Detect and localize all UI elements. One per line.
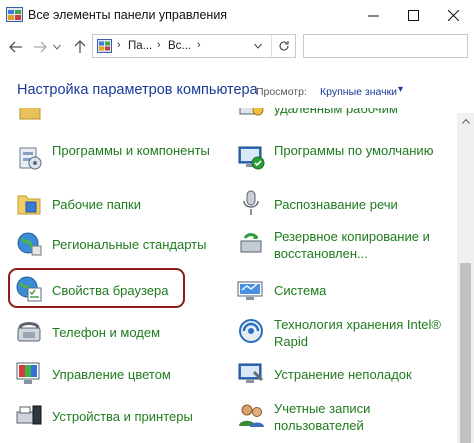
folder-icon [19, 108, 41, 120]
chevron-up-icon [461, 119, 470, 124]
troubleshooting-icon [238, 363, 264, 383]
control-panel-item-backup-restore[interactable]: Резервное копирование и восстановлен... [236, 224, 456, 264]
control-panel-item-devices-printers[interactable]: Устройства и принтеры [14, 396, 234, 436]
arrow-left-icon [9, 41, 22, 53]
address-bar[interactable]: › Па... › Вс... › [92, 34, 296, 58]
item-label: Система [274, 283, 327, 298]
intel-rst-icon [239, 319, 263, 343]
close-icon [447, 10, 459, 21]
control-panel-item-programs[interactable]: Программы и компоненты [14, 138, 234, 178]
up-button[interactable] [70, 37, 90, 57]
refresh-icon [279, 41, 289, 51]
control-panel-item-partial[interactable] [14, 108, 234, 128]
control-panel-item-color-management[interactable]: Управление цветом [14, 354, 234, 394]
control-panel-item-user-accounts[interactable]: Учетные записи пользователей [236, 396, 456, 436]
item-label: Программы и компоненты [52, 143, 210, 158]
control-panel-item-work-folders[interactable]: Рабочие папки [14, 184, 234, 224]
scroll-thumb[interactable] [460, 263, 471, 443]
refresh-button[interactable] [271, 35, 296, 57]
breadcrumb-separator: › [117, 39, 121, 51]
control-panel-item-phone-modem[interactable]: Телефон и модем [14, 312, 234, 352]
item-label: Рабочие папки [52, 197, 141, 212]
recent-locations-dropdown[interactable] [50, 37, 64, 57]
user-accounts-icon [239, 404, 264, 427]
view-dropdown-arrow-icon[interactable]: ▾ [398, 84, 403, 95]
devices-printers-icon [16, 405, 42, 425]
item-label: Учетные записи пользователей [274, 401, 371, 433]
color-management-icon [16, 362, 40, 384]
item-label: Устройства и принтеры [52, 409, 193, 424]
search-input[interactable] [303, 34, 468, 58]
control-panel-item-speech-recognition[interactable]: Распознавание речи [236, 184, 456, 224]
control-panel-icon [97, 39, 112, 53]
selection-highlight [8, 268, 185, 308]
forward-button[interactable] [30, 37, 50, 57]
control-panel-app-icon [6, 7, 23, 22]
work-folders-icon [17, 195, 41, 215]
control-panel-item-troubleshooting[interactable]: Устранение неполадок [236, 354, 456, 394]
item-label: Устранение неполадок [274, 367, 412, 382]
maximize-button[interactable] [393, 0, 433, 31]
item-label: Управление цветом [52, 367, 171, 382]
close-button[interactable] [433, 0, 473, 31]
maximize-icon [407, 10, 419, 21]
back-button[interactable] [6, 37, 26, 57]
vertical-scrollbar[interactable] [457, 113, 474, 443]
item-label: Распознавание речи [274, 197, 398, 212]
programs-icon [19, 147, 42, 170]
chevron-down-icon [254, 43, 262, 49]
minimize-icon [367, 15, 379, 17]
item-label: Программы по умолчанию [274, 143, 434, 158]
backup-restore-icon [240, 233, 262, 253]
chevron-down-icon [53, 44, 61, 50]
item-label: Телефон и модем [52, 325, 161, 340]
item-label: удаленным рабочим [274, 108, 398, 116]
control-panel-item-remote-desktop[interactable]: удаленным рабочим [236, 108, 456, 140]
minimize-button[interactable] [353, 0, 393, 31]
arrow-right-icon [34, 41, 47, 53]
phone-modem-icon [17, 322, 41, 342]
control-panel-item-system[interactable]: Система [236, 270, 456, 310]
title-bar: Все элементы панели управления [0, 0, 474, 31]
window-title: Все элементы панели управления [28, 8, 228, 22]
breadcrumb-separator: › [157, 39, 161, 51]
system-icon [237, 281, 263, 300]
control-panel-item-region[interactable]: Региональные стандарты [14, 224, 234, 264]
page-title: Настройка параметров компьютера [17, 82, 258, 98]
scroll-up-button[interactable] [457, 113, 474, 130]
arrow-up-icon [74, 40, 86, 53]
default-programs-icon [238, 146, 265, 170]
item-label: Региональные стандарты [52, 237, 207, 252]
microphone-icon [243, 190, 259, 215]
address-dropdown-button[interactable] [249, 35, 267, 57]
region-icon [17, 232, 42, 256]
view-label: Просмотр: [256, 86, 307, 98]
view-mode-dropdown[interactable]: Крупные значки [320, 86, 397, 98]
breadcrumb-all-items[interactable]: Вс... [168, 40, 191, 52]
item-label: Технология хранения Intel® Rapid [274, 317, 442, 349]
control-panel-item-intel-rst[interactable]: Технология хранения Intel® Rapid [236, 312, 456, 352]
item-label: Резервное копирование и восстановлен... [274, 229, 430, 261]
breadcrumb-control-panel[interactable]: Па... [128, 40, 152, 52]
breadcrumb-separator: › [197, 39, 201, 51]
control-panel-item-default-programs[interactable]: Программы по умолчанию [236, 138, 456, 178]
remote-desktop-icon [239, 108, 264, 116]
